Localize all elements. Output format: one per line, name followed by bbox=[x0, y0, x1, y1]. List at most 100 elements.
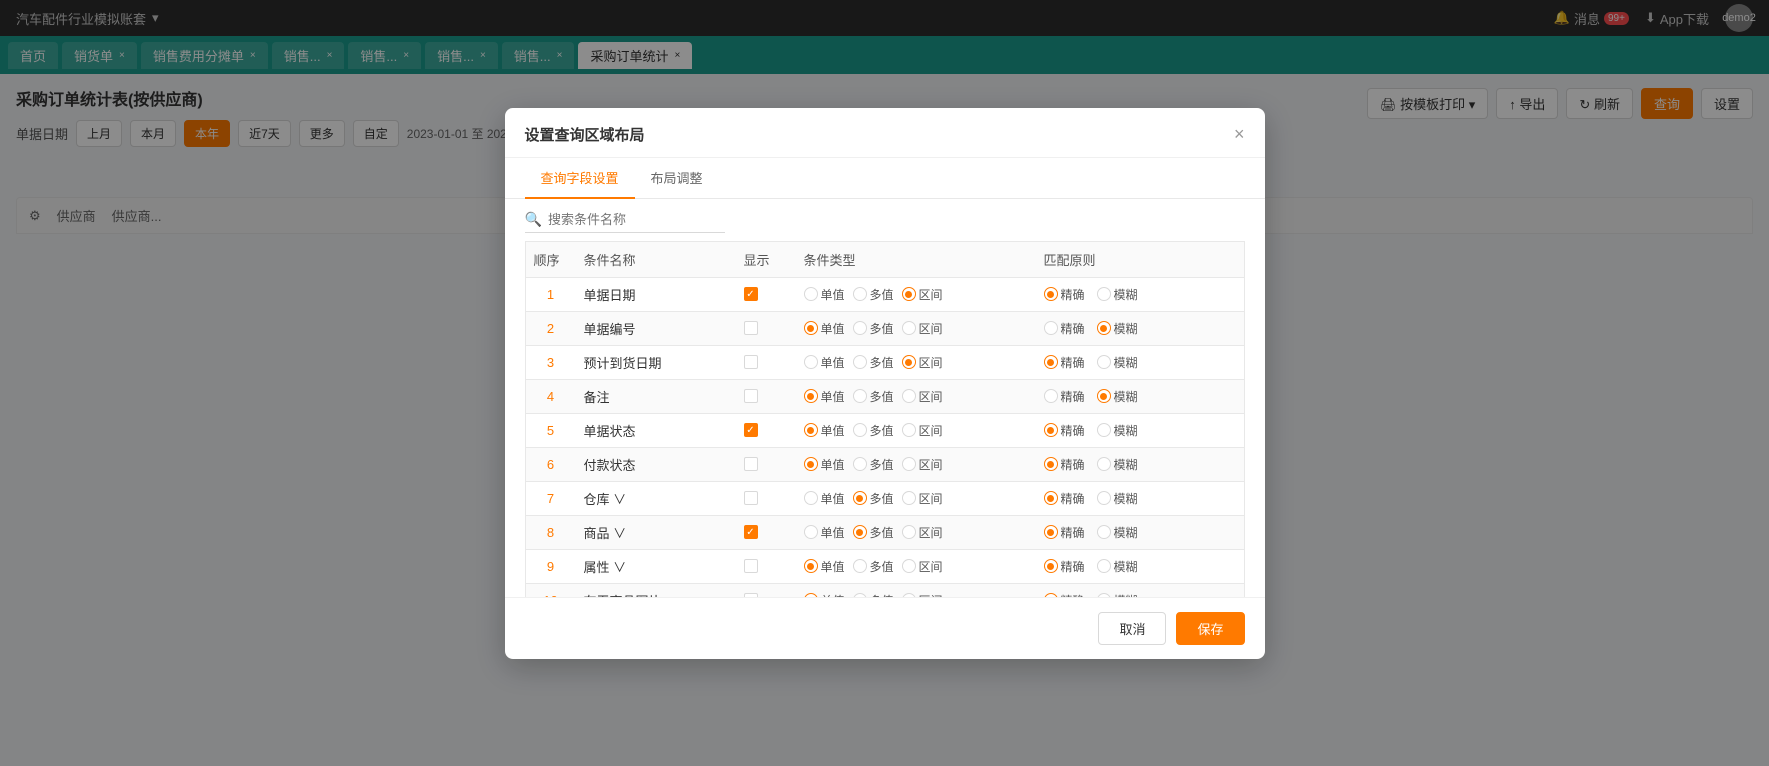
dialog-close-button[interactable]: × bbox=[1234, 125, 1245, 143]
type-radio-multi[interactable]: 多值 bbox=[853, 490, 894, 507]
match-radio-exact[interactable]: 精确 bbox=[1044, 524, 1085, 541]
type-radio-multi[interactable]: 多值 bbox=[853, 286, 894, 303]
col-head-display: 显示 bbox=[736, 250, 796, 269]
type-radio-single[interactable]: 单值 bbox=[804, 354, 845, 371]
row-display[interactable] bbox=[736, 489, 796, 508]
type-radio-multi[interactable]: 多值 bbox=[853, 456, 894, 473]
match-radio-exact[interactable]: 精确 bbox=[1044, 490, 1085, 507]
display-checkbox[interactable]: ✓ bbox=[744, 525, 758, 539]
row-name: 预计到货日期 bbox=[576, 353, 736, 372]
type-radio-multi[interactable]: 多值 bbox=[853, 388, 894, 405]
match-radio-exact[interactable]: 精确 bbox=[1044, 456, 1085, 473]
type-radio-range[interactable]: 区间 bbox=[902, 524, 943, 541]
row-display[interactable]: ✓ bbox=[736, 523, 796, 542]
match-fuzzy-dot bbox=[1097, 457, 1111, 471]
row-order: 8 bbox=[526, 523, 576, 542]
match-radio-fuzzy[interactable]: 模糊 bbox=[1097, 286, 1138, 303]
tab-query-fields[interactable]: 查询字段设置 bbox=[525, 158, 635, 199]
type-radio-single[interactable]: 单值 bbox=[804, 558, 845, 575]
table-row: 2 单据编号 单值 多值 bbox=[525, 311, 1245, 345]
search-input[interactable] bbox=[548, 212, 708, 227]
type-radio-range[interactable]: 区间 bbox=[902, 456, 943, 473]
match-radio-exact[interactable]: 精确 bbox=[1044, 558, 1085, 575]
dialog-footer: 取消 保存 bbox=[505, 597, 1265, 659]
dialog-search: 🔍 bbox=[505, 199, 1265, 241]
display-checkbox[interactable] bbox=[744, 559, 758, 573]
tab-layout[interactable]: 布局调整 bbox=[635, 158, 719, 199]
type-radio-single[interactable]: 单值 bbox=[804, 286, 845, 303]
radio-range-dot bbox=[902, 457, 916, 471]
match-radio-fuzzy[interactable]: 模糊 bbox=[1097, 456, 1138, 473]
match-radio-exact[interactable]: 精确 bbox=[1044, 320, 1085, 337]
type-radio-range[interactable]: 区间 bbox=[902, 286, 943, 303]
radio-range-dot bbox=[902, 321, 916, 335]
type-radio-single[interactable]: 单值 bbox=[804, 456, 845, 473]
display-checkbox[interactable]: ✓ bbox=[744, 423, 758, 437]
row-match: 精确 模糊 bbox=[1036, 387, 1236, 406]
type-radio-single[interactable]: 单值 bbox=[804, 524, 845, 541]
row-display[interactable] bbox=[736, 353, 796, 372]
cancel-button[interactable]: 取消 bbox=[1098, 612, 1166, 645]
row-order: 6 bbox=[526, 455, 576, 474]
type-radio-multi[interactable]: 多值 bbox=[853, 354, 894, 371]
row-display[interactable]: ✓ bbox=[736, 421, 796, 440]
row-display[interactable] bbox=[736, 387, 796, 406]
row-display[interactable]: ✓ bbox=[736, 285, 796, 304]
type-radio-range[interactable]: 区间 bbox=[902, 490, 943, 507]
match-radio-fuzzy[interactable]: 模糊 bbox=[1097, 558, 1138, 575]
radio-single-dot bbox=[804, 287, 818, 301]
match-radio-fuzzy[interactable]: 模糊 bbox=[1097, 422, 1138, 439]
row-name: 仓库 ∨ bbox=[576, 489, 736, 508]
display-checkbox[interactable]: ✓ bbox=[744, 287, 758, 301]
table-row: 4 备注 单值 多值 bbox=[525, 379, 1245, 413]
type-radio-range[interactable]: 区间 bbox=[902, 320, 943, 337]
type-radio-multi[interactable]: 多值 bbox=[853, 320, 894, 337]
save-button[interactable]: 保存 bbox=[1176, 612, 1244, 645]
display-checkbox[interactable] bbox=[744, 491, 758, 505]
match-radio-fuzzy[interactable]: 模糊 bbox=[1097, 388, 1138, 405]
type-radio-range[interactable]: 区间 bbox=[902, 388, 943, 405]
overlay: 设置查询区域布局 × 查询字段设置 布局调整 🔍 顺序 条件名称 显示 条件类型… bbox=[0, 0, 1769, 766]
table-row: 8 商品 ∨ ✓ 单值 多值 bbox=[525, 515, 1245, 549]
radio-single-dot bbox=[804, 457, 818, 471]
row-type: 单值 多值 区间 bbox=[796, 455, 1036, 474]
row-match: 精确 模糊 bbox=[1036, 353, 1236, 372]
type-radio-single[interactable]: 单值 bbox=[804, 320, 845, 337]
match-radio-fuzzy[interactable]: 模糊 bbox=[1097, 354, 1138, 371]
type-radio-single[interactable]: 单值 bbox=[804, 490, 845, 507]
row-type: 单值 多值 区间 bbox=[796, 387, 1036, 406]
type-radio-multi[interactable]: 多值 bbox=[853, 422, 894, 439]
row-match: 精确 模糊 bbox=[1036, 523, 1236, 542]
type-radio-range[interactable]: 区间 bbox=[902, 354, 943, 371]
table-row: 9 属性 ∨ 单值 多值 bbox=[525, 549, 1245, 583]
display-checkbox[interactable] bbox=[744, 355, 758, 369]
type-radio-range[interactable]: 区间 bbox=[902, 558, 943, 575]
row-type: 单值 多值 区间 bbox=[796, 285, 1036, 304]
row-match: 精确 模糊 bbox=[1036, 455, 1236, 474]
type-radio-range[interactable]: 区间 bbox=[902, 422, 943, 439]
type-radio-single[interactable]: 单值 bbox=[804, 388, 845, 405]
match-radio-fuzzy[interactable]: 模糊 bbox=[1097, 524, 1138, 541]
match-exact-dot bbox=[1044, 491, 1058, 505]
row-type: 单值 多值 区间 bbox=[796, 523, 1036, 542]
type-radio-multi[interactable]: 多值 bbox=[853, 558, 894, 575]
radio-single-dot bbox=[804, 559, 818, 573]
match-radio-fuzzy[interactable]: 模糊 bbox=[1097, 490, 1138, 507]
match-fuzzy-dot bbox=[1097, 355, 1111, 369]
row-display[interactable] bbox=[736, 455, 796, 474]
row-display[interactable] bbox=[736, 557, 796, 576]
match-radio-exact[interactable]: 精确 bbox=[1044, 388, 1085, 405]
row-display[interactable] bbox=[736, 319, 796, 338]
type-radio-single[interactable]: 单值 bbox=[804, 422, 845, 439]
display-checkbox[interactable] bbox=[744, 457, 758, 471]
match-radio-fuzzy[interactable]: 模糊 bbox=[1097, 320, 1138, 337]
dialog: 设置查询区域布局 × 查询字段设置 布局调整 🔍 顺序 条件名称 显示 条件类型… bbox=[505, 108, 1265, 659]
table-head: 顺序 条件名称 显示 条件类型 匹配原则 bbox=[525, 241, 1245, 277]
display-checkbox[interactable] bbox=[744, 321, 758, 335]
match-radio-exact[interactable]: 精确 bbox=[1044, 286, 1085, 303]
type-radio-multi[interactable]: 多值 bbox=[853, 524, 894, 541]
match-radio-exact[interactable]: 精确 bbox=[1044, 354, 1085, 371]
radio-multi-dot bbox=[853, 491, 867, 505]
display-checkbox[interactable] bbox=[744, 389, 758, 403]
match-radio-exact[interactable]: 精确 bbox=[1044, 422, 1085, 439]
